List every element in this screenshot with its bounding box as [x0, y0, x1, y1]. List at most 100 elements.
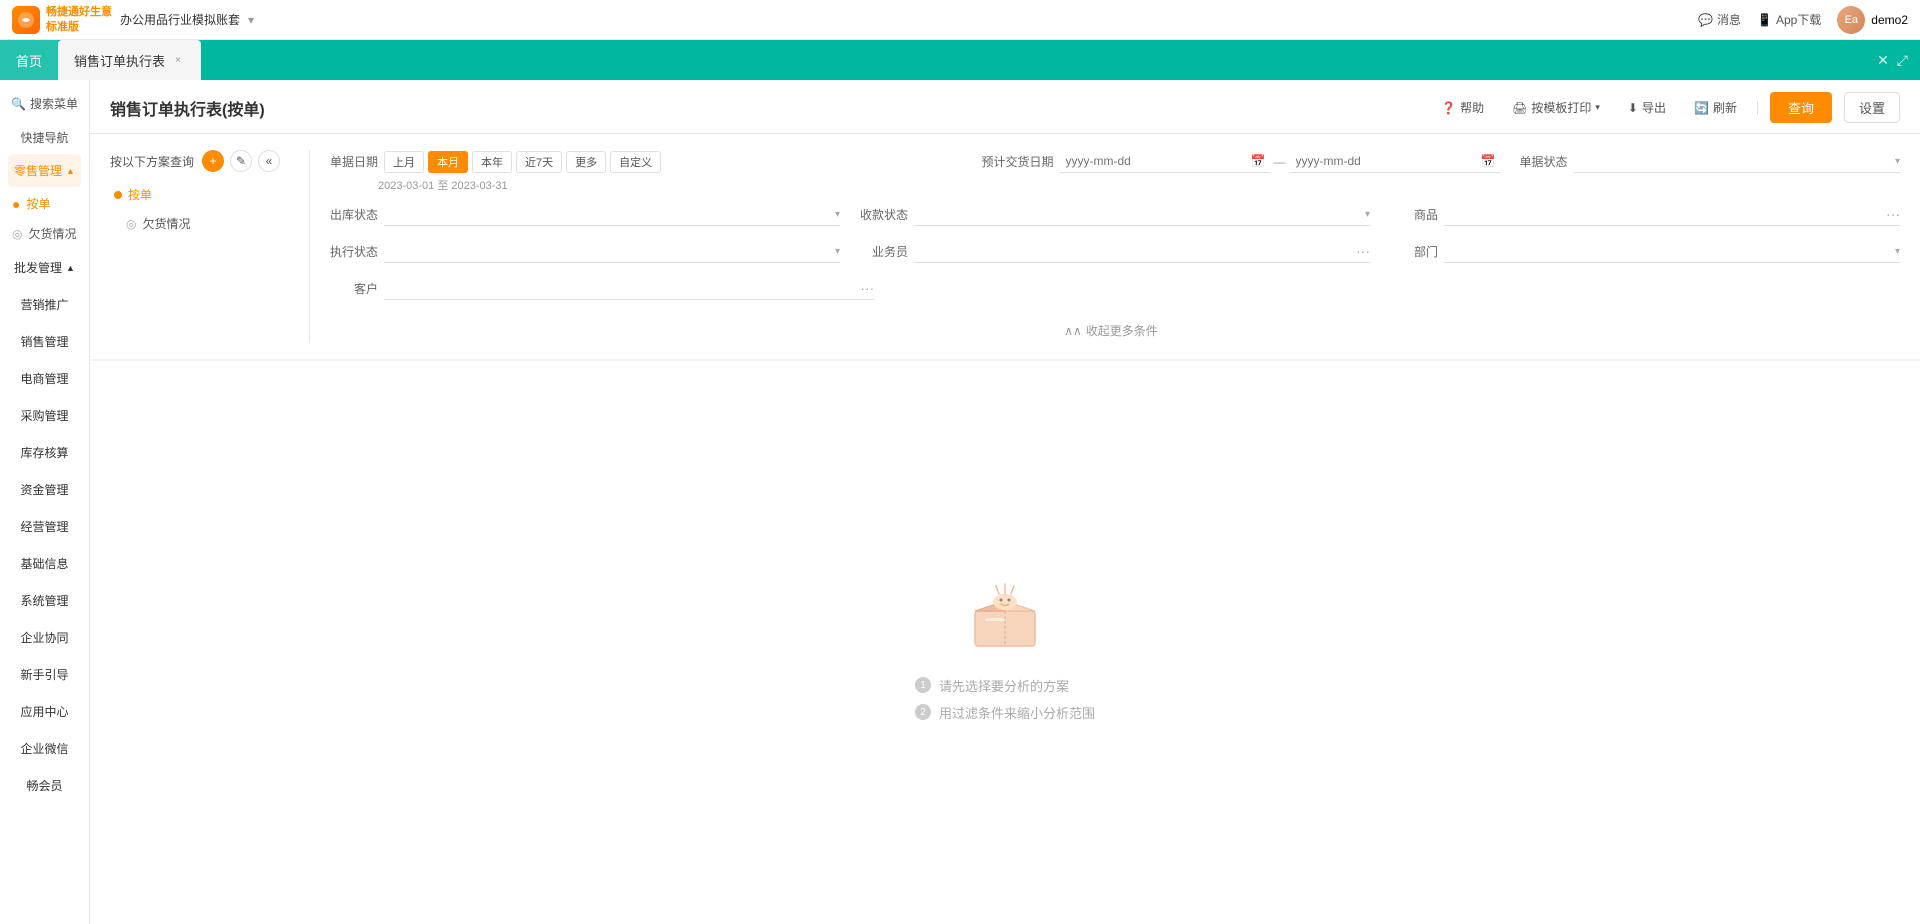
sidebar-item-marketing[interactable]: 营销推广	[4, 288, 85, 321]
dept-select-wrap[interactable]: ▾	[1444, 240, 1900, 263]
date-btn-this-year[interactable]: 本年	[472, 151, 512, 173]
add-plan-btn[interactable]: +	[202, 150, 224, 172]
collapse-plan-btn[interactable]: «	[258, 150, 280, 172]
tab-close-icon[interactable]: ×	[171, 53, 185, 67]
doc-status-arrow-icon[interactable]: ▾	[1895, 156, 1900, 167]
empty-tip-2: 2 用过滤条件来缩小分析范围	[915, 703, 1095, 722]
dropdown-icon[interactable]: ▾	[248, 13, 254, 27]
filter-out-status: 出库状态 ▾	[322, 203, 840, 226]
sidebar-item-newbie[interactable]: 新手引导	[4, 658, 85, 691]
sidebar: 🔍 搜索菜单 快捷导航 零售管理 ▲ ● 按单 ◎ 欠货情况 批发管	[0, 80, 90, 924]
sidebar-sub-item-欠货情况[interactable]: ◎ 欠货情况	[4, 219, 85, 248]
nav-tabs-right: ✕ ⤢	[1877, 52, 1920, 69]
customer-more-icon[interactable]: ···	[860, 280, 874, 296]
tab-home[interactable]: 首页	[0, 40, 58, 80]
sidebar-item-inventory[interactable]: 库存核算	[4, 436, 85, 469]
exec-status-input[interactable]	[384, 240, 835, 262]
doc-status-select-wrap[interactable]: ▾	[1574, 150, 1901, 173]
out-status-select-wrap[interactable]: ▾	[384, 203, 840, 226]
calendar-icon-2[interactable]: 📅	[1477, 154, 1500, 168]
refresh-btn[interactable]: 🔄 刷新	[1686, 95, 1745, 120]
plan-item-欠货情况[interactable]: ◎ 欠货情况	[110, 209, 297, 238]
sidebar-item-basic[interactable]: 基础信息	[4, 547, 85, 580]
goods-more-icon[interactable]: ···	[1886, 206, 1900, 222]
app-title-bar: 办公用品行业模拟账套 ▾	[120, 11, 254, 28]
payment-status-arrow-icon[interactable]: ▾	[1365, 209, 1370, 220]
window-resize-btn[interactable]: ⤢	[1897, 52, 1908, 69]
sidebar-item-enterprise[interactable]: 企业协同	[4, 621, 85, 654]
empty-tip-1: 1 请先选择要分析的方案	[915, 676, 1095, 695]
expected-date-to-input[interactable]	[1290, 150, 1477, 172]
sidebar-item-sales[interactable]: 销售管理	[4, 325, 85, 358]
payment-status-input[interactable]	[914, 203, 1365, 225]
export-btn[interactable]: ⬇ 导出	[1620, 95, 1674, 120]
salesman-input[interactable]	[914, 240, 1356, 262]
expected-date-to[interactable]: 📅	[1290, 150, 1500, 173]
salesman-select-wrap[interactable]: ···	[914, 240, 1370, 263]
sidebar-search[interactable]: 🔍 搜索菜单	[0, 80, 89, 123]
date-btn-more[interactable]: 更多	[566, 151, 606, 173]
content-area: 销售订单执行表(按单) ❓ 帮助 🖨 按模板打印 ▾ ⬇ 导出 🔄 刷新	[90, 80, 1920, 924]
date-btn-last-month[interactable]: 上月	[384, 151, 424, 173]
tab-active[interactable]: 销售订单执行表 ×	[58, 40, 201, 80]
goods-input[interactable]	[1444, 203, 1886, 225]
dept-arrow-icon[interactable]: ▾	[1895, 246, 1900, 257]
window-close-btn[interactable]: ✕	[1877, 52, 1889, 69]
expected-date-range: 📅 — 📅	[1060, 150, 1500, 173]
filter-row-4: 客户 ···	[322, 277, 1900, 300]
date-btn-7days[interactable]: 近7天	[516, 151, 562, 173]
filter-area: 按以下方案查询 + ✎ « 按单 ◎ 欠货情况	[90, 134, 1920, 359]
date-range-text: 2023-03-01 至 2023-03-31	[378, 177, 1900, 193]
empty-illustration	[955, 556, 1055, 656]
sidebar-item-member[interactable]: 畅会员	[4, 769, 85, 802]
sidebar-item-system[interactable]: 系统管理	[4, 584, 85, 617]
search-menu-btn[interactable]: 🔍 搜索菜单	[8, 90, 81, 117]
exec-status-arrow-icon[interactable]: ▾	[835, 246, 840, 257]
wholesale-arrow-icon: ▲	[66, 263, 75, 273]
sidebar-item-finance[interactable]: 资金管理	[4, 473, 85, 506]
sidebar-item-wechat[interactable]: 企业微信	[4, 732, 85, 765]
filter-plan-actions: + ✎ «	[202, 150, 280, 172]
dept-input[interactable]	[1444, 240, 1895, 262]
sidebar-item-purchase[interactable]: 采购管理	[4, 399, 85, 432]
expected-date-from-input[interactable]	[1060, 150, 1247, 172]
settings-btn[interactable]: 设置	[1844, 92, 1900, 123]
doc-status-input[interactable]	[1574, 150, 1895, 172]
sub-item-icon: ◎	[126, 217, 136, 231]
sidebar-item-ecommerce[interactable]: 电商管理	[4, 362, 85, 395]
date-btn-this-month[interactable]: 本月	[428, 151, 468, 173]
app-download-action[interactable]: 📱 App下载	[1757, 11, 1821, 28]
sidebar-sub-item-按单[interactable]: ● 按单	[4, 189, 85, 218]
goods-select-wrap[interactable]: ···	[1444, 203, 1900, 226]
payment-status-select-wrap[interactable]: ▾	[914, 203, 1370, 226]
plan-item-按单[interactable]: 按单	[110, 180, 297, 209]
out-status-input[interactable]	[384, 203, 835, 225]
download-icon: 📱	[1757, 13, 1772, 27]
customer-select-wrap[interactable]: ···	[384, 277, 874, 300]
collapse-btn[interactable]: ∧∧ 收起更多条件	[1064, 322, 1158, 339]
print-btn[interactable]: 🖨 按模板打印 ▾	[1504, 95, 1608, 120]
sidebar-item-operation[interactable]: 经营管理	[4, 510, 85, 543]
query-btn[interactable]: 查询	[1770, 92, 1832, 123]
out-status-label: 出库状态	[322, 206, 378, 223]
expected-date-from[interactable]: 📅	[1060, 150, 1270, 173]
sidebar-item-appstore[interactable]: 应用中心	[4, 695, 85, 728]
sidebar-item-wholesale[interactable]: 批发管理 ▲	[8, 251, 81, 284]
sidebar-quick-nav[interactable]: 快捷导航	[0, 123, 89, 152]
customer-input[interactable]	[384, 277, 860, 299]
collapse-row: ∧∧ 收起更多条件	[322, 314, 1900, 343]
sidebar-item-retail[interactable]: 零售管理 ▲	[8, 154, 81, 187]
calendar-icon-1[interactable]: 📅	[1247, 154, 1270, 168]
salesman-more-icon[interactable]: ···	[1356, 243, 1370, 259]
date-btn-custom[interactable]: 自定义	[610, 151, 661, 173]
sidebar-section-retail: 零售管理 ▲ ● 按单 ◎ 欠货情况	[0, 152, 89, 249]
out-status-arrow-icon[interactable]: ▾	[835, 209, 840, 220]
edit-plan-btn[interactable]: ✎	[230, 150, 252, 172]
filter-exec-status: 执行状态 ▾	[322, 240, 840, 263]
exec-status-select-wrap[interactable]: ▾	[384, 240, 840, 263]
app-title: 办公用品行业模拟账套	[120, 11, 240, 28]
message-action[interactable]: 💬 消息	[1698, 11, 1741, 28]
user-info[interactable]: Ea demo2	[1837, 6, 1908, 34]
exec-status-label: 执行状态	[322, 243, 378, 260]
help-btn[interactable]: ❓ 帮助	[1433, 95, 1492, 120]
